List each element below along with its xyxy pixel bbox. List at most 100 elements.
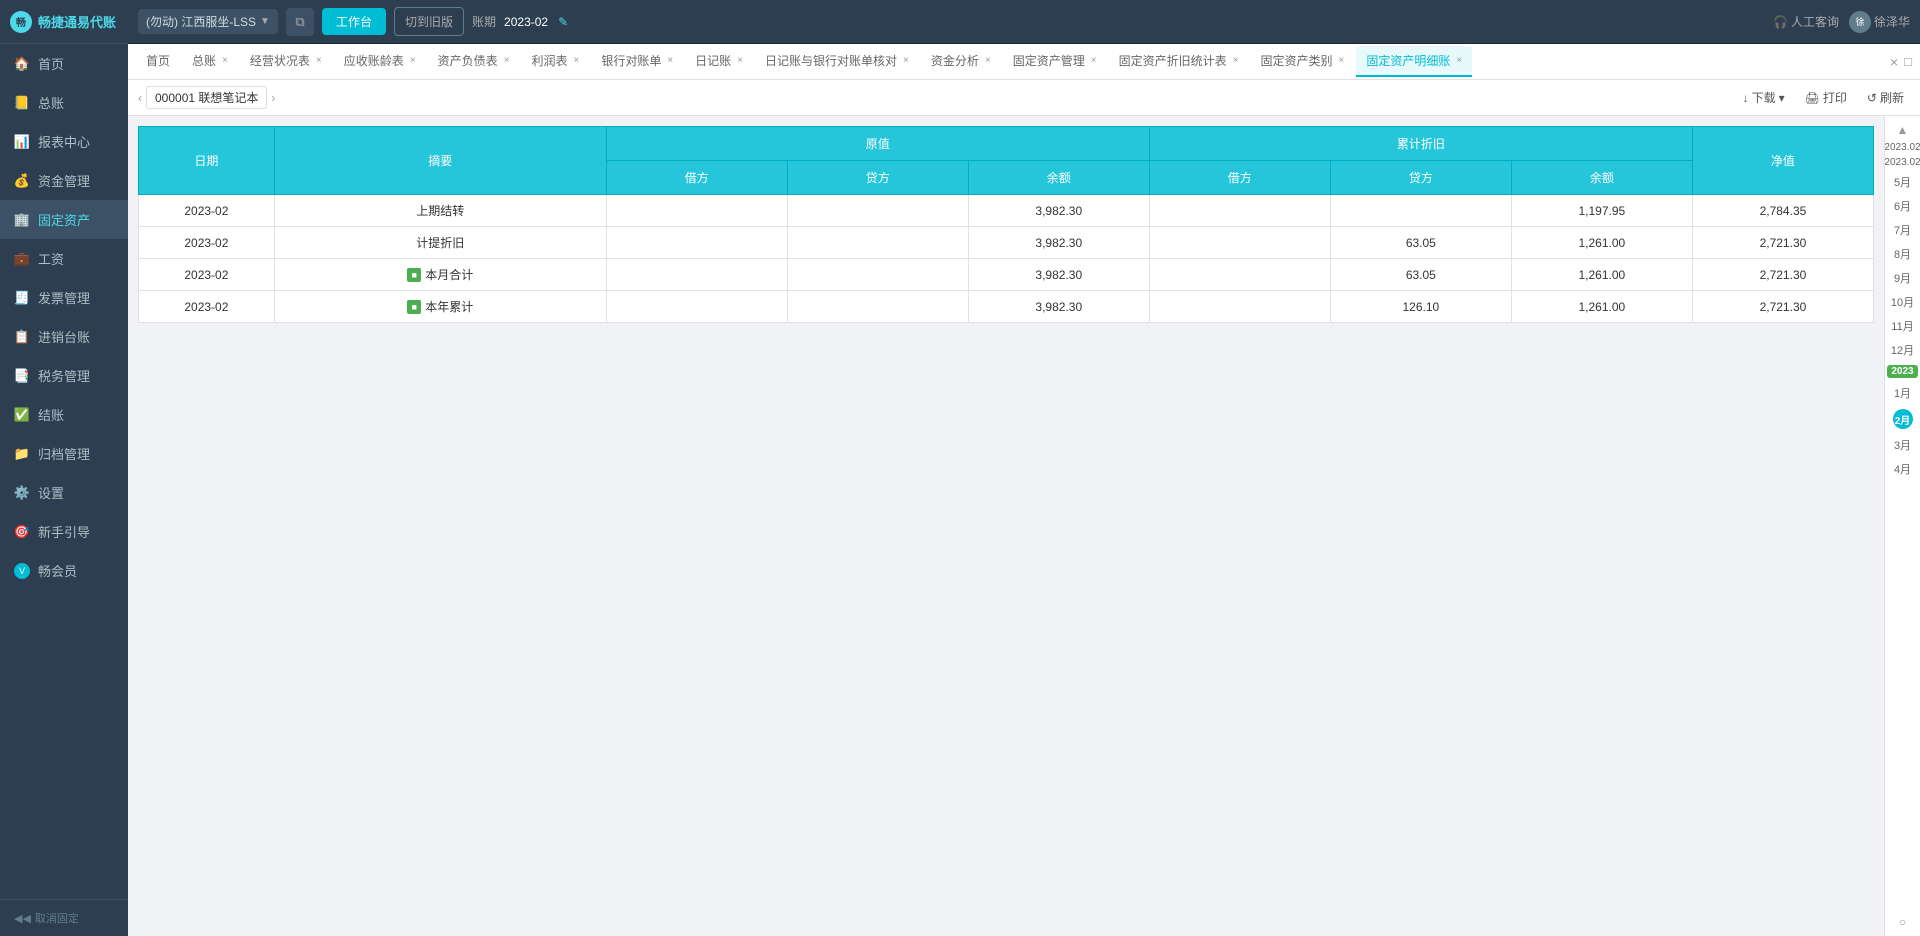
tab-close-icon[interactable]: × (737, 55, 743, 66)
sidebar-item-label: 设置 (38, 483, 64, 502)
month-2-badge[interactable]: 2月 (1893, 409, 1913, 429)
month-10[interactable]: 10月 (1885, 290, 1920, 314)
tab-home[interactable]: 首页 (136, 46, 180, 77)
sidebar-item-vip[interactable]: V 畅会员 (0, 551, 128, 590)
nav-prev-icon[interactable]: ‹ (138, 91, 142, 105)
username: 徐泽华 (1874, 13, 1910, 30)
cell-dep-debit (1149, 227, 1330, 259)
table-row[interactable]: 2023-02 ■本月合计 3,982.30 63.05 1,261.00 2,… (139, 259, 1874, 291)
print-label: 打印 (1823, 89, 1847, 106)
refresh-button[interactable]: ↺ 刷新 (1861, 86, 1910, 109)
tab-journal[interactable]: 日记账 × (685, 46, 753, 77)
topbar-right: 🎧 人工客询 徐 徐泽华 (1773, 11, 1910, 33)
sidebar-item-label: 结账 (38, 405, 64, 424)
tab-ledger[interactable]: 总账 × (182, 46, 238, 77)
close-all-tabs-icon[interactable]: × (1890, 54, 1898, 70)
cell-date: 2023-02 (139, 195, 275, 227)
unpin-button[interactable]: ◀◀ 取消固定 (0, 899, 128, 936)
tab-fa-management[interactable]: 固定资产管理 × (1003, 46, 1107, 77)
sidebar-item-salary[interactable]: 💼 工资 (0, 239, 128, 278)
tab-income[interactable]: 利润表 × (521, 46, 589, 77)
month-3[interactable]: 3月 (1885, 433, 1920, 457)
month-11[interactable]: 11月 (1885, 314, 1920, 338)
sidebar-item-home[interactable]: 🏠 首页 (0, 44, 128, 83)
sidebar-item-fixed-assets[interactable]: 🏢 固定资产 (0, 200, 128, 239)
col-net-value: 净值 (1692, 127, 1873, 195)
sidebar-item-reports[interactable]: 📊 报表中心 (0, 122, 128, 161)
table-row[interactable]: 2023-02 计提折旧 3,982.30 63.05 1,261.00 2,7… (139, 227, 1874, 259)
tab-close-icon[interactable]: × (1091, 55, 1097, 66)
sidebar-item-label: 总账 (38, 93, 64, 112)
sidebar-item-ledger[interactable]: 📒 总账 (0, 83, 128, 122)
cell-dep-debit (1149, 195, 1330, 227)
company-selector[interactable]: (勿动) 江西服坐-LSS ▼ (138, 9, 278, 34)
month-5[interactable]: 5月 (1885, 170, 1920, 194)
sidebar-item-invoice[interactable]: 🧾 发票管理 (0, 278, 128, 317)
tab-journal-reconcile[interactable]: 日记账与银行对账单核对 × (755, 46, 919, 77)
month-4[interactable]: 4月 (1885, 457, 1920, 481)
tab-close-icon[interactable]: × (410, 55, 416, 66)
tab-close-icon[interactable]: × (985, 55, 991, 66)
month-8[interactable]: 8月 (1885, 242, 1920, 266)
period-edit-icon[interactable]: ✎ (558, 15, 568, 29)
month-7[interactable]: 7月 (1885, 218, 1920, 242)
tab-fa-depreciation[interactable]: 固定资产折旧统计表 × (1109, 46, 1249, 77)
toolbar-actions: ↓ 下载 ▾ 🖨 打印 ↺ 刷新 (1737, 86, 1910, 109)
nav-next-icon[interactable]: › (271, 91, 275, 105)
sidebar-item-sales[interactable]: 📋 进销台账 (0, 317, 128, 356)
tab-business-status[interactable]: 经营状况表 × (240, 46, 332, 77)
human-service-button[interactable]: 🎧 人工客询 (1773, 13, 1839, 30)
tab-close-icon[interactable]: × (1338, 55, 1344, 66)
switch-version-button[interactable]: 切到旧版 (394, 7, 464, 36)
sidebar-item-guide[interactable]: 🎯 新手引导 (0, 512, 128, 551)
month-6[interactable]: 6月 (1885, 194, 1920, 218)
dropdown-arrow-icon: ▼ (260, 16, 270, 27)
tab-close-icon[interactable]: × (316, 55, 322, 66)
tab-close-icon[interactable]: × (1456, 55, 1462, 66)
cell-orig-debit (606, 259, 787, 291)
tab-ar-aging[interactable]: 应收账龄表 × (334, 46, 426, 77)
tab-balance-sheet[interactable]: 资产负债表 × (428, 46, 520, 77)
cell-orig-credit (787, 291, 968, 323)
tab-close-icon[interactable]: × (1233, 55, 1239, 66)
period-label: 账期 (472, 13, 496, 30)
scroll-down-icon[interactable]: ○ (1896, 912, 1909, 932)
workbench-button[interactable]: 工作台 (322, 8, 386, 35)
tab-close-icon[interactable]: × (573, 55, 579, 66)
tab-fa-category[interactable]: 固定资产类别 × (1250, 46, 1354, 77)
tab-close-icon[interactable]: × (222, 55, 228, 66)
print-button[interactable]: 🖨 打印 (1799, 86, 1853, 109)
table-row[interactable]: 2023-02 ■本年累计 3,982.30 126.10 1,261.00 2… (139, 291, 1874, 323)
cell-orig-debit (606, 227, 787, 259)
tab-close-icon[interactable]: × (504, 55, 510, 66)
table-row[interactable]: 2023-02 上期结转 3,982.30 1,197.95 2,784.35 (139, 195, 1874, 227)
download-button[interactable]: ↓ 下载 ▾ (1737, 86, 1791, 109)
period-date[interactable]: 2023.02 (1884, 155, 1920, 170)
sidebar-item-archive[interactable]: 📁 归档管理 (0, 434, 128, 473)
user-info[interactable]: 徐 徐泽华 (1849, 11, 1910, 33)
sidebar-item-tax[interactable]: 📑 税务管理 (0, 356, 128, 395)
scroll-up-icon[interactable]: ▲ (1894, 120, 1912, 140)
tab-close-icon[interactable]: × (903, 55, 909, 66)
month-12[interactable]: 12月 (1885, 338, 1920, 362)
month-1[interactable]: 1月 (1885, 381, 1920, 405)
sidebar-item-finance[interactable]: 💰 资金管理 (0, 161, 128, 200)
col-dep-debit: 借方 (1149, 161, 1330, 195)
month-9[interactable]: 9月 (1885, 266, 1920, 290)
period-date[interactable]: 2023.02 (1884, 140, 1920, 155)
asset-breadcrumb[interactable]: 000001 联想笔记本 (146, 86, 267, 109)
tab-close-icon[interactable]: × (667, 55, 673, 66)
sidebar-item-closing[interactable]: ✅ 结账 (0, 395, 128, 434)
maximize-icon[interactable]: □ (1904, 54, 1912, 69)
unpin-label: 取消固定 (35, 910, 79, 926)
tab-bank-statement[interactable]: 银行对账单 × (591, 46, 683, 77)
tab-fa-detail[interactable]: 固定资产明细账 × (1356, 46, 1472, 77)
tab-label: 日记账 (695, 52, 731, 69)
month-2-active[interactable]: 2月 (1885, 405, 1920, 433)
sidebar-item-label: 新手引导 (38, 522, 90, 541)
sidebar-item-label: 畅会员 (38, 561, 77, 580)
copy-button[interactable]: ⧉ (286, 8, 314, 36)
cell-dep-balance: 1,261.00 (1511, 291, 1692, 323)
sidebar-item-settings[interactable]: ⚙️ 设置 (0, 473, 128, 512)
tab-fund-analysis[interactable]: 资金分析 × (921, 46, 1001, 77)
